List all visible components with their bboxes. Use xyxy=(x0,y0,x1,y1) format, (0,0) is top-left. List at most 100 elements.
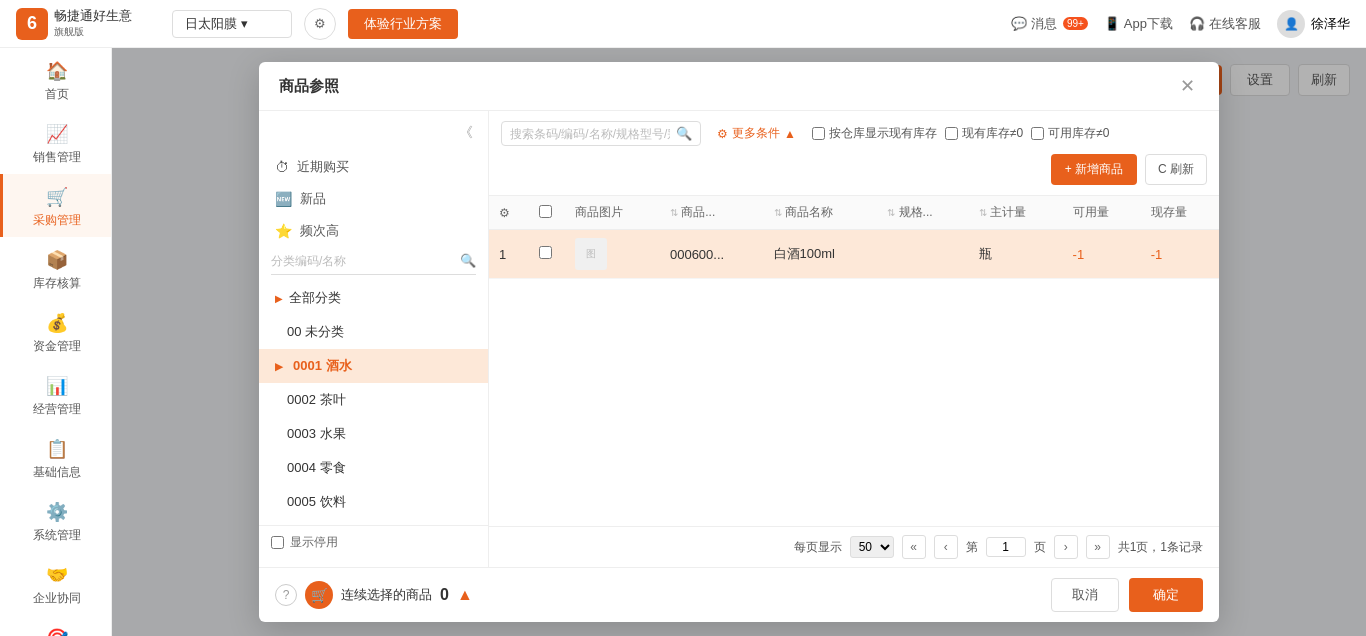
refresh-button[interactable]: C 刷新 xyxy=(1145,154,1207,185)
cat-tea-label: 0002 茶叶 xyxy=(275,391,346,409)
col-checkbox xyxy=(529,196,565,230)
branch-selector[interactable]: 日太阳膜 ▾ xyxy=(172,10,292,38)
headset-icon: 🎧 xyxy=(1189,16,1205,31)
col-name[interactable]: ⇅ 商品名称 xyxy=(764,196,878,230)
right-panel: 🔍 ⚙ 更多条件 ▲ 按仓库显示现有库存 xyxy=(489,111,1219,567)
sidebar-item-inventory[interactable]: 📦 库存核算 xyxy=(0,237,111,300)
sidebar-item-guide[interactable]: 🎯 新手引导 xyxy=(0,615,111,636)
row-select-checkbox[interactable] xyxy=(539,246,552,259)
finance-icon: 💰 xyxy=(46,312,68,334)
page-word: 第 xyxy=(966,539,978,556)
collapse-cart-btn[interactable]: ▲ xyxy=(457,586,473,604)
modal-overlay: 商品参照 ✕ 《 ⏱ 近期购买 xyxy=(112,48,1366,636)
show-disabled-label[interactable]: 显示停用 xyxy=(271,534,476,551)
row-checkbox[interactable] xyxy=(529,230,565,279)
filter-more-btn[interactable]: ⚙ 更多条件 ▲ xyxy=(709,121,804,146)
last-page-btn[interactable]: » xyxy=(1086,535,1110,559)
cat-fruit-label: 0003 水果 xyxy=(275,425,346,443)
cat-all[interactable]: ▶ 全部分类 xyxy=(259,281,488,315)
cat-all-label: 全部分类 xyxy=(289,289,341,307)
messages-label: 消息 xyxy=(1031,15,1057,33)
sidebar-label-operations: 经营管理 xyxy=(33,401,81,418)
category-search: 🔍 xyxy=(271,253,476,275)
cat-wine[interactable]: ▶ 0001 酒水 xyxy=(259,349,488,383)
main-content: 查询 设置 刷新 商品参照 ✕ 《 xyxy=(112,48,1366,636)
available-ne0-checkbox[interactable] xyxy=(945,127,958,140)
help-icon[interactable]: ? xyxy=(275,584,297,606)
sidebar-item-operations[interactable]: 📊 经营管理 xyxy=(0,363,111,426)
prev-page-btn[interactable]: ‹ xyxy=(934,535,958,559)
app-download-btn[interactable]: 📱 App下载 xyxy=(1104,15,1173,33)
chevron-up-icon: ▲ xyxy=(784,127,796,141)
sidebar-item-finance[interactable]: 💰 资金管理 xyxy=(0,300,111,363)
first-page-btn[interactable]: « xyxy=(902,535,926,559)
available-ne0-check[interactable]: 现有库存≠0 xyxy=(945,125,1023,142)
add-product-button[interactable]: + 新增商品 xyxy=(1051,154,1137,185)
category-search-input[interactable] xyxy=(271,254,454,268)
online-service-btn[interactable]: 🎧 在线客服 xyxy=(1189,15,1261,33)
sidebar-item-home[interactable]: 🏠 首页 xyxy=(0,48,111,111)
logo-name: 畅捷通好生意 xyxy=(54,8,132,25)
quick-item-new[interactable]: 🆕 新品 xyxy=(259,183,488,215)
sidebar-item-system[interactable]: ⚙️ 系统管理 xyxy=(0,489,111,552)
phone-icon: 📱 xyxy=(1104,16,1120,31)
sidebar-label-procurement: 采购管理 xyxy=(33,212,81,229)
message-badge: 99+ xyxy=(1063,17,1088,30)
cart-label: 连续选择的商品 xyxy=(341,586,432,604)
table-settings-icon[interactable]: ⚙ xyxy=(499,206,510,220)
show-disabled-checkbox[interactable] xyxy=(271,536,284,549)
settings-icon[interactable]: ⚙ xyxy=(304,8,336,40)
sidebar-item-basics[interactable]: 📋 基础信息 xyxy=(0,426,111,489)
quick-item-recent[interactable]: ⏱ 近期购买 xyxy=(259,151,488,183)
cancel-button[interactable]: 取消 xyxy=(1051,578,1119,612)
service-label: 在线客服 xyxy=(1209,15,1261,33)
search-submit-icon[interactable]: 🔍 xyxy=(676,126,692,141)
sidebar-item-sales[interactable]: 📈 销售管理 xyxy=(0,111,111,174)
cat-fruit[interactable]: 0003 水果 xyxy=(259,417,488,451)
page-number-input[interactable] xyxy=(986,537,1026,557)
col-spec[interactable]: ⇅ 规格... xyxy=(877,196,968,230)
sidebar-item-procurement[interactable]: 🛒 采购管理 xyxy=(0,174,111,237)
collapse-left-button[interactable]: 《 xyxy=(456,123,476,143)
quick-item-frequent[interactable]: ⭐ 频次高 xyxy=(259,215,488,247)
modal-close-button[interactable]: ✕ xyxy=(1175,74,1199,98)
trial-button[interactable]: 体验行业方案 xyxy=(348,9,458,39)
sidebar-label-sales: 销售管理 xyxy=(33,149,81,166)
usable-ne0-checkbox[interactable] xyxy=(1031,127,1044,140)
col-code[interactable]: ⇅ 商品... xyxy=(660,196,764,230)
avatar: 👤 xyxy=(1277,10,1305,38)
star-icon: ⭐ xyxy=(275,223,292,239)
filter-more-label: 更多条件 xyxy=(732,125,780,142)
row-spec xyxy=(877,230,968,279)
cat-snack[interactable]: 0004 零食 xyxy=(259,451,488,485)
table-area: ⚙ 商品图片 xyxy=(489,196,1219,526)
by-warehouse-check[interactable]: 按仓库显示现有库存 xyxy=(812,125,937,142)
product-search-input[interactable] xyxy=(510,127,670,141)
table-row[interactable]: 1 图 000600... 白酒100ml xyxy=(489,230,1219,279)
search-box: 🔍 xyxy=(501,121,701,146)
user-avatar-area[interactable]: 👤 徐泽华 xyxy=(1277,10,1350,38)
per-page-select[interactable]: 50 xyxy=(850,536,894,558)
cat-unclassified[interactable]: 00 未分类 xyxy=(259,315,488,349)
by-warehouse-checkbox[interactable] xyxy=(812,127,825,140)
confirm-button[interactable]: 确定 xyxy=(1129,578,1203,612)
select-all-checkbox[interactable] xyxy=(539,205,552,218)
col-available: 可用量 xyxy=(1063,196,1141,230)
next-page-btn[interactable]: › xyxy=(1054,535,1078,559)
sidebar-item-enterprise[interactable]: 🤝 企业协同 xyxy=(0,552,111,615)
cat-tea[interactable]: 0002 茶叶 xyxy=(259,383,488,417)
modal-dialog: 商品参照 ✕ 《 ⏱ 近期购买 xyxy=(259,62,1219,622)
messages-btn[interactable]: 💬 消息 99+ xyxy=(1011,15,1088,33)
top-nav: 6 畅捷通好生意 旗舰版 日太阳膜 ▾ ⚙ 体验行业方案 💬 消息 99+ 📱 … xyxy=(0,0,1366,48)
inventory-icon: 📦 xyxy=(46,249,68,271)
col-image-label: 商品图片 xyxy=(575,205,623,219)
procurement-icon: 🛒 xyxy=(46,186,68,208)
cat-drink[interactable]: 0005 饮料 xyxy=(259,485,488,519)
page-word2: 页 xyxy=(1034,539,1046,556)
sort-unit-icon: ⇅ xyxy=(979,207,987,218)
usable-ne0-check[interactable]: 可用库存≠0 xyxy=(1031,125,1109,142)
usable-ne0-label: 可用库存≠0 xyxy=(1048,125,1109,142)
operations-icon: 📊 xyxy=(46,375,68,397)
col-unit[interactable]: ⇅ 主计量 xyxy=(969,196,1063,230)
row-num: 1 xyxy=(489,230,529,279)
